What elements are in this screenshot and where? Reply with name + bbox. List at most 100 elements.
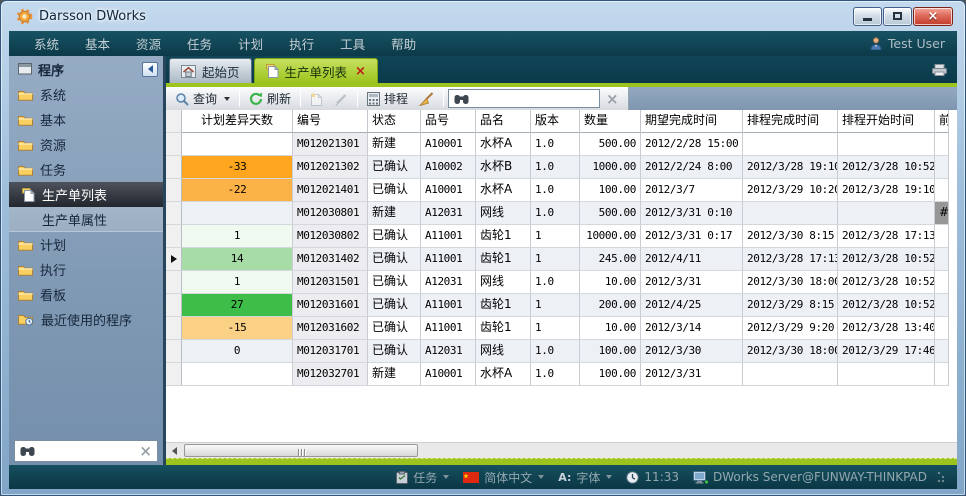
cell-sched_start[interactable]: 2012/3/28 19:10 [838, 179, 935, 202]
sidebar-search-input[interactable] [39, 444, 135, 458]
cell-order_no[interactable]: M012021302 [293, 156, 368, 179]
schedule-button[interactable]: 排程 [362, 89, 413, 108]
cell-order_no[interactable]: M012031501 [293, 271, 368, 294]
column-header-sched_start[interactable]: 排程开始时间 [838, 110, 935, 133]
sidebar-item-资源[interactable]: 资源 [9, 132, 163, 157]
menu-item-8[interactable]: 帮助 [378, 31, 429, 56]
scrollbar-thumb[interactable] [184, 444, 418, 457]
cell-sched_start[interactable]: 2012/3/28 17:13 [838, 225, 935, 248]
cell-expected_finish[interactable]: 2012/4/11 [641, 248, 743, 271]
cell-version[interactable]: 1.0 [531, 156, 580, 179]
cell-overflow[interactable] [935, 156, 949, 179]
maximize-button[interactable] [883, 7, 912, 26]
cell-status[interactable]: 新建 [368, 363, 421, 386]
cell-item_name[interactable]: 水杯B [476, 156, 531, 179]
cell-sched_start[interactable] [838, 133, 935, 156]
cell-order_no[interactable]: M012031402 [293, 248, 368, 271]
menu-item-7[interactable]: 工具 [327, 31, 378, 56]
row-selector-header[interactable] [166, 110, 182, 133]
cell-qty[interactable]: 10000.00 [580, 225, 641, 248]
cell-item_no[interactable]: A10002 [421, 156, 476, 179]
cell-order_no[interactable]: M012021401 [293, 179, 368, 202]
sidebar-item-看板[interactable]: 看板 [9, 282, 163, 307]
menu-item-6[interactable]: 执行 [276, 31, 327, 56]
menu-item-5[interactable]: 计划 [225, 31, 276, 56]
cell-qty[interactable]: 10.00 [580, 317, 641, 340]
sidebar-item-生产单列表[interactable]: 生产单列表 [9, 182, 163, 207]
column-header-item_no[interactable]: 品号 [421, 110, 476, 133]
cell-item_name[interactable]: 齿轮1 [476, 317, 531, 340]
cell-diff[interactable] [182, 133, 293, 156]
horizontal-scrollbar[interactable] [166, 442, 957, 458]
cell-diff[interactable]: 27 [182, 294, 293, 317]
cell-sched_start[interactable]: 2012/3/28 10:52 [838, 156, 935, 179]
cell-version[interactable]: 1.0 [531, 271, 580, 294]
cell-version[interactable]: 1 [531, 225, 580, 248]
cell-status[interactable]: 已确认 [368, 317, 421, 340]
cell-status[interactable]: 已确认 [368, 271, 421, 294]
sidebar-item-基本[interactable]: 基本 [9, 107, 163, 132]
cell-item_no[interactable]: A11001 [421, 317, 476, 340]
cell-item_name[interactable]: 水杯A [476, 179, 531, 202]
row-selector[interactable] [166, 294, 182, 317]
sidebar-item-生产单属性[interactable]: 生产单属性 [9, 207, 163, 232]
cell-item_name[interactable]: 网线 [476, 271, 531, 294]
column-header-diff[interactable]: 计划差异天数 [182, 110, 293, 133]
cell-sched_finish[interactable] [743, 133, 838, 156]
cell-overflow[interactable] [935, 133, 949, 156]
status-font-menu[interactable]: A: 字体 [558, 469, 612, 486]
cell-sched_finish[interactable]: 2012/3/28 19:10 [743, 156, 838, 179]
column-header-expected_finish[interactable]: 期望完成时间 [641, 110, 743, 133]
cell-status[interactable]: 已确认 [368, 156, 421, 179]
cell-sched_start[interactable]: 2012/3/28 13:40 [838, 317, 935, 340]
printer-icon[interactable] [932, 64, 947, 76]
cell-sched_finish[interactable]: 2012/3/29 8:15 [743, 294, 838, 317]
cell-item_no[interactable]: A10001 [421, 179, 476, 202]
cell-sched_start[interactable]: 2012/3/29 17:46 [838, 340, 935, 363]
sidebar-collapse-button[interactable] [142, 62, 158, 77]
cell-overflow[interactable] [935, 340, 949, 363]
cell-overflow[interactable] [935, 248, 949, 271]
query-button[interactable]: 查询 [170, 89, 235, 108]
menu-item-4[interactable]: 任务 [174, 31, 225, 56]
cell-order_no[interactable]: M012021301 [293, 133, 368, 156]
menu-item-3[interactable]: 资源 [123, 31, 174, 56]
cell-sched_start[interactable]: 2012/3/28 10:52 [838, 271, 935, 294]
cell-overflow[interactable] [935, 294, 949, 317]
tab-close-icon[interactable]: × [355, 64, 366, 79]
sidebar-item-计划[interactable]: 计划 [9, 232, 163, 257]
cell-sched_finish[interactable]: 2012/3/30 8:15 [743, 225, 838, 248]
new-order-button[interactable] [305, 91, 328, 107]
cell-item_name[interactable]: 齿轮1 [476, 225, 531, 248]
cell-version[interactable]: 1.0 [531, 340, 580, 363]
cell-diff[interactable]: 14 [182, 248, 293, 271]
column-header-item_name[interactable]: 品名 [476, 110, 531, 133]
cell-qty[interactable]: 200.00 [580, 294, 641, 317]
cell-expected_finish[interactable]: 2012/3/14 [641, 317, 743, 340]
row-selector[interactable] [166, 225, 182, 248]
sidebar-item-最近使用的程序[interactable]: 最近使用的程序 [9, 307, 163, 332]
cell-expected_finish[interactable]: 2012/3/31 0:10 [641, 202, 743, 225]
column-header-version[interactable]: 版本 [531, 110, 580, 133]
cell-sched_finish[interactable]: 2012/3/30 18:00 [743, 271, 838, 294]
cell-sched_finish[interactable]: 2012/3/29 10:20 [743, 179, 838, 202]
table-row[interactable]: 1M012030802已确认A11001齿轮1110000.002012/3/3… [166, 225, 957, 248]
row-selector[interactable] [166, 156, 182, 179]
cell-version[interactable]: 1 [531, 317, 580, 340]
cell-item_no[interactable]: A10001 [421, 133, 476, 156]
cell-overflow[interactable]: # [935, 202, 949, 225]
sidebar-item-执行[interactable]: 执行 [9, 257, 163, 282]
tab-生产单列表[interactable]: 生产单列表× [254, 58, 378, 83]
cell-qty[interactable]: 500.00 [580, 202, 641, 225]
cell-sched_start[interactable] [838, 202, 935, 225]
table-row[interactable]: 14M012031402已确认A11001齿轮11245.002012/4/11… [166, 248, 957, 271]
table-row[interactable]: M012030801新建A12031网线1.0500.002012/3/31 0… [166, 202, 957, 225]
cell-version[interactable]: 1 [531, 248, 580, 271]
cell-overflow[interactable] [935, 271, 949, 294]
cell-status[interactable]: 新建 [368, 202, 421, 225]
table-row[interactable]: 0M012031701已确认A12031网线1.0100.002012/3/30… [166, 340, 957, 363]
cell-diff[interactable]: -33 [182, 156, 293, 179]
cell-version[interactable]: 1.0 [531, 179, 580, 202]
status-language-menu[interactable]: 简体中文 [463, 469, 544, 486]
cell-sched_start[interactable]: 2012/3/28 10:52 [838, 294, 935, 317]
